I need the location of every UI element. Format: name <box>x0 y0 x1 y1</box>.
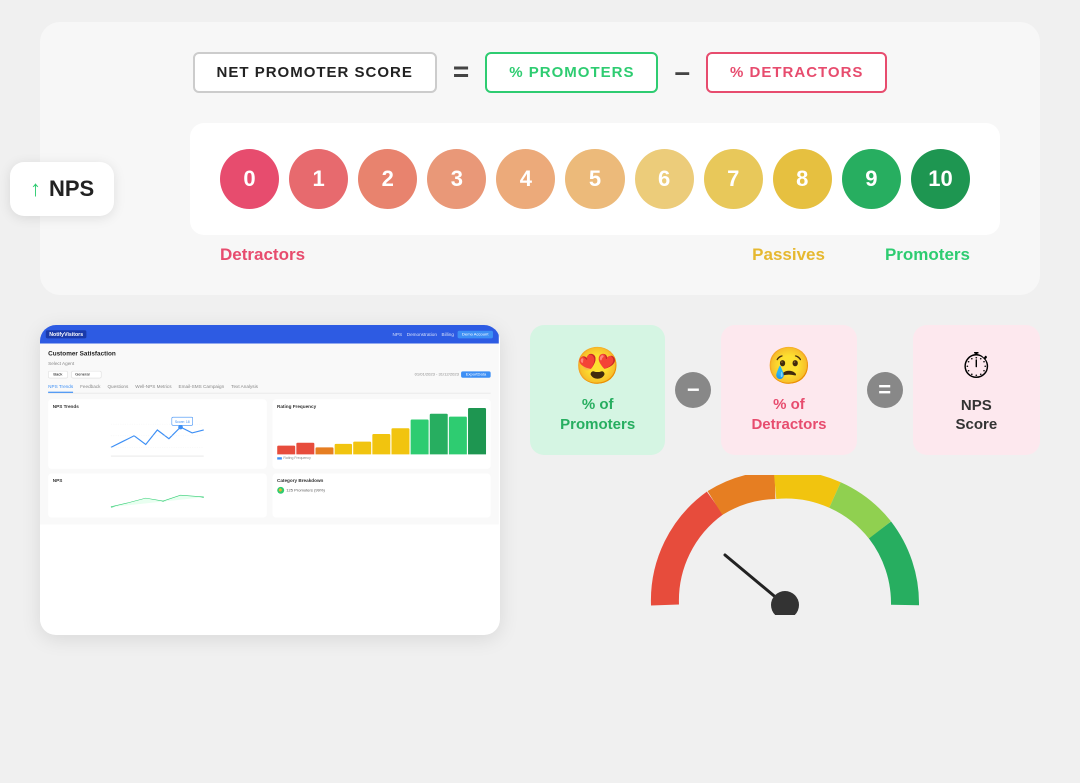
nps-label: NET PROMOTER SCORE <box>193 52 437 93</box>
passives-label: Passives <box>752 245 825 265</box>
number-circle-10: 10 <box>911 149 970 209</box>
promoters-label: Promoters <box>885 245 970 265</box>
formula-cards-row: 😍 % ofPromoters − 😢 % ofDetractors = ⏱ N… <box>530 325 1040 455</box>
detractors-card: 😢 % ofDetractors <box>721 325 856 455</box>
ss-logo: NotifyVisitors <box>46 330 87 338</box>
ss-chart-trends-title: NPS Trends <box>53 403 262 408</box>
nps-badge: ↑ NPS <box>10 162 114 216</box>
number-circle-4: 4 <box>496 149 555 209</box>
bottom-section: NotifyVisitors NPS Demonstration Billing… <box>40 325 1040 635</box>
mini-bar-9 <box>449 416 467 454</box>
ss-header: NotifyVisitors NPS Demonstration Billing… <box>40 325 499 344</box>
ss-tab-0[interactable]: NPS Trends <box>48 384 73 393</box>
equals-symbol: = <box>878 377 891 403</box>
number-circle-3: 3 <box>427 149 486 209</box>
ss-nps-mini <box>53 486 262 509</box>
mini-bar-7 <box>411 419 429 454</box>
ss-tab-5[interactable]: Text Analysis <box>231 384 258 393</box>
ss-bar-chart <box>277 413 486 454</box>
nps-badge-label: NPS <box>49 176 94 202</box>
ss-tab-4[interactable]: Email-SMS Campaign <box>179 384 225 393</box>
number-circle-0: 0 <box>220 149 279 209</box>
gauge-wrapper <box>645 475 925 615</box>
number-circle-2: 2 <box>358 149 417 209</box>
ss-tab-3[interactable]: Well-NPS Metrics <box>135 384 171 393</box>
equals-op-circle: = <box>867 372 903 408</box>
result-card-label: NPSScore <box>955 396 997 435</box>
result-emoji: ⏱ <box>962 345 990 388</box>
ss-nav-nps: NPS <box>393 331 403 336</box>
svg-text:Score: 18: Score: 18 <box>175 420 190 424</box>
ss-date-text: 01/01/2023 - 31/12/2023 <box>415 372 459 376</box>
ss-chart-rating: Rating Frequency Rating Frequency <box>272 399 490 469</box>
mini-bar-6 <box>392 428 410 454</box>
ss-chart-rating-title: Rating Frequency <box>277 403 486 408</box>
mini-bar-2 <box>315 447 333 454</box>
ss-demo-btn[interactable]: Demo Account <box>457 330 493 338</box>
ss-nav-billing: Billing <box>442 331 454 336</box>
ss-export-btn[interactable]: ExportData <box>461 371 491 377</box>
ss-category-breakdown: Category Breakdown 😊 125 Promoters (99%) <box>272 473 490 517</box>
ss-subtitle: Select Agent <box>48 360 491 365</box>
ss-line-chart: Score: 18 <box>53 412 262 458</box>
number-circle-8: 8 <box>773 149 832 209</box>
result-card: ⏱ NPSScore <box>913 325 1040 455</box>
ss-tabs: NPS Trends Feedback Questions Well-NPS Metr… <box>48 384 491 393</box>
mini-bar-1 <box>296 442 314 454</box>
ss-chart-trends: NPS Trends Score <box>48 399 266 469</box>
promoters-formula-box: % PROMOTERS <box>485 52 658 93</box>
mini-bar-10 <box>468 407 486 453</box>
promoters-emoji: 😍 <box>575 345 620 387</box>
ss-charts: NPS Trends Score <box>48 399 491 469</box>
minus-operator: – <box>674 56 690 88</box>
mini-bar-3 <box>334 443 352 453</box>
number-circle-1: 1 <box>289 149 348 209</box>
ss-charts-bottom: NPS Category Breakdown 😊 <box>48 473 491 517</box>
number-circle-9: 9 <box>842 149 901 209</box>
promoters-card: 😍 % ofPromoters <box>530 325 665 455</box>
ss-tab-2[interactable]: Questions <box>107 384 128 393</box>
main-container: NET PROMOTER SCORE = % PROMOTERS – % DET… <box>40 22 1040 762</box>
promoters-card-label: % ofPromoters <box>560 395 635 434</box>
detractors-label: Detractors <box>220 245 305 265</box>
ss-controls: Back General 01/01/2023 - 31/12/2023 Exp… <box>48 370 491 378</box>
ss-title: Customer Satisfaction <box>48 350 491 357</box>
ss-body: Customer Satisfaction Select Agent Back … <box>40 343 499 524</box>
right-section: 😍 % ofPromoters − 😢 % ofDetractors = ⏱ N… <box>530 325 1040 635</box>
mini-bar-0 <box>277 445 295 454</box>
ss-nps-bottom-title: NPS <box>53 478 262 483</box>
screenshot-card: NotifyVisitors NPS Demonstration Billing… <box>40 325 500 635</box>
mini-bar-5 <box>373 434 391 454</box>
nps-arrow-icon: ↑ <box>30 176 41 202</box>
ss-nav-demo: Demonstration <box>407 331 437 336</box>
numbers-row: 012345678910 <box>190 123 1000 235</box>
ss-category-title: Category Breakdown <box>277 478 486 483</box>
labels-row: Detractors Passives Promoters <box>190 245 1000 265</box>
minus-op-circle: − <box>675 372 711 408</box>
ss-promoters-count: 125 Promoters (99%) <box>286 488 325 492</box>
ss-back-btn[interactable]: Back <box>48 370 67 378</box>
ss-tab-1[interactable]: Feedback <box>80 384 100 393</box>
formula-row: NET PROMOTER SCORE = % PROMOTERS – % DET… <box>80 52 1000 93</box>
screenshot-inner: NotifyVisitors NPS Demonstration Billing… <box>40 325 499 634</box>
detractors-formula-box: % DETRACTORS <box>706 52 887 93</box>
gauge-container <box>530 475 1040 615</box>
top-card: NET PROMOTER SCORE = % PROMOTERS – % DET… <box>40 22 1040 295</box>
gauge-svg <box>645 475 925 615</box>
ss-select[interactable]: General <box>71 370 102 378</box>
minus-symbol: − <box>687 377 700 403</box>
detractors-card-label: % ofDetractors <box>751 395 826 434</box>
mini-bar-4 <box>353 441 371 454</box>
ss-date-range: 01/01/2023 - 31/12/2023 ExportData <box>415 371 491 377</box>
detractors-emoji: 😢 <box>767 345 812 387</box>
ss-nav-items: NPS Demonstration Billing <box>393 331 454 336</box>
mini-bar-8 <box>430 413 448 454</box>
number-circle-6: 6 <box>635 149 694 209</box>
ss-nps-bottom: NPS <box>48 473 266 517</box>
number-circle-7: 7 <box>704 149 763 209</box>
number-circle-5: 5 <box>565 149 624 209</box>
equals-operator: = <box>453 56 469 88</box>
